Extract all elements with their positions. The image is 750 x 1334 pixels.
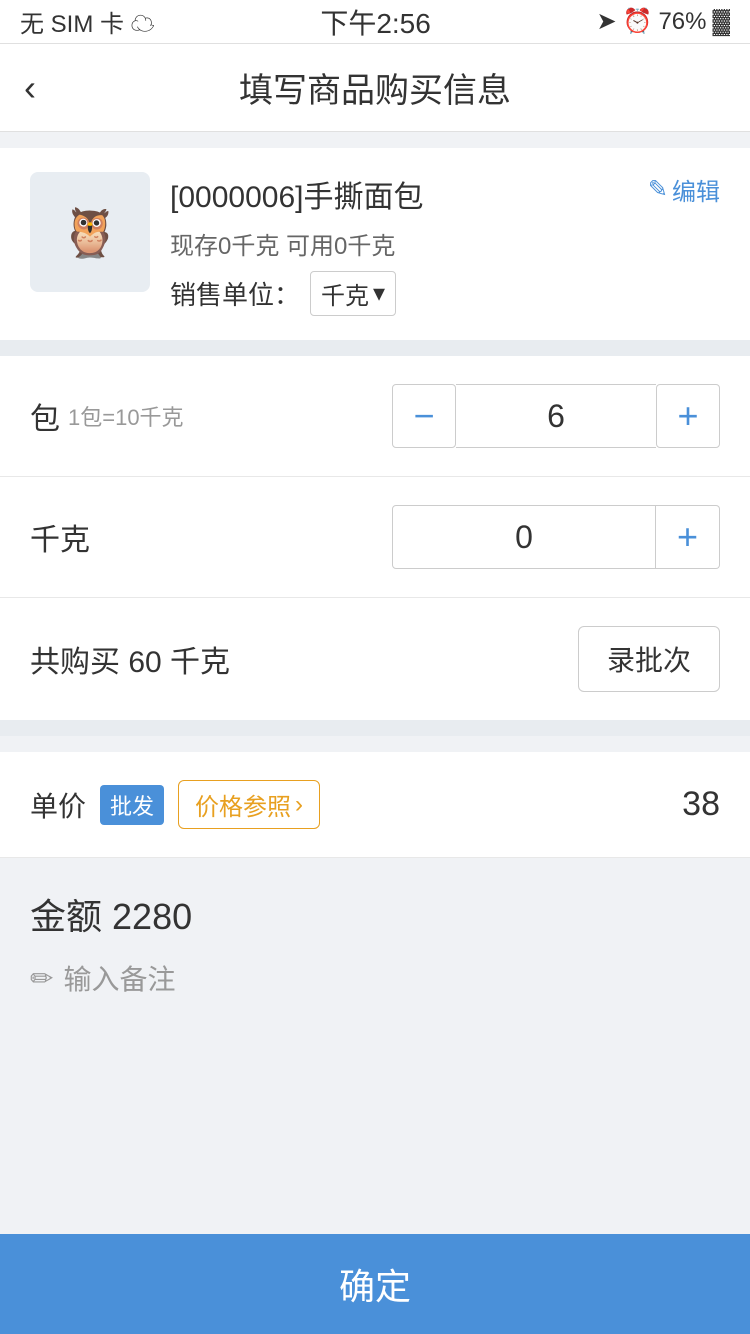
dropdown-icon: ▾	[373, 279, 385, 308]
batch-button[interactable]: 录批次	[578, 626, 720, 692]
edit-icon: ✎	[648, 175, 668, 204]
edit-label: 编辑	[672, 172, 720, 207]
qianke-increment-button[interactable]: +	[656, 505, 720, 569]
back-button[interactable]: ‹	[24, 67, 36, 109]
qianke-label: 千克	[30, 515, 90, 559]
bao-decrement-button[interactable]: −	[392, 384, 456, 448]
price-row: 单价 批发 价格参照 › 38	[0, 752, 750, 858]
amount-row: 金额 2280	[30, 888, 720, 940]
status-time: 下午2:56	[320, 2, 431, 42]
price-ref-label: 价格参照	[195, 787, 291, 822]
divider-1	[0, 340, 750, 356]
alarm-icon: ⏰	[623, 7, 653, 36]
total-label: 共购买 60 千克	[30, 637, 230, 681]
product-name: [0000006]手撕面包	[170, 172, 628, 216]
product-stock: 现存0千克 可用0千克	[170, 226, 628, 261]
bao-stepper: − +	[392, 384, 720, 448]
note-row[interactable]: ✏ 输入备注	[30, 958, 720, 998]
price-value: 38	[682, 785, 720, 824]
price-ref-button[interactable]: 价格参照 ›	[178, 780, 320, 829]
amount-value: 2280	[112, 896, 192, 937]
amount-section: 金额 2280 ✏ 输入备注	[0, 858, 750, 1018]
bao-label: 包	[30, 394, 60, 438]
qianke-stepper: +	[392, 505, 720, 569]
bao-row: 包 1包=10千克 − +	[0, 356, 750, 477]
input-section: 包 1包=10千克 − + 千克 +	[0, 356, 750, 598]
status-left: 无 SIM 卡 ☁	[20, 4, 155, 39]
bao-sublabel: 1包=10千克	[68, 400, 392, 432]
battery-label: 76%	[658, 8, 706, 36]
product-logo-icon: 🦉	[60, 204, 120, 261]
status-bar: 无 SIM 卡 ☁ 下午2:56 ➤ ⏰ 76% ▓	[0, 0, 750, 44]
bao-input[interactable]	[456, 384, 656, 448]
nav-bar: ‹ 填写商品购买信息	[0, 44, 750, 132]
unit-select[interactable]: 千克 ▾	[310, 271, 396, 316]
product-info: [0000006]手撕面包 现存0千克 可用0千克 销售单位： 千克 ▾	[170, 172, 628, 316]
divider-2	[0, 720, 750, 736]
status-right: ➤ ⏰ 76% ▓	[596, 7, 730, 36]
total-row: 共购买 60 千克 录批次	[0, 598, 750, 720]
product-thumbnail: 🦉	[30, 172, 150, 292]
qianke-input[interactable]	[392, 505, 656, 569]
sim-label: 无 SIM 卡 ☁	[20, 4, 155, 39]
pencil-icon: ✏	[30, 962, 53, 995]
page-title: 填写商品购买信息	[239, 63, 511, 112]
confirm-button[interactable]: 确定	[0, 1234, 750, 1334]
unit-value: 千克	[321, 276, 369, 311]
battery-icon: ▓	[713, 8, 731, 36]
amount-label: 金额	[30, 896, 102, 937]
edit-button[interactable]: ✎ 编辑	[648, 172, 720, 207]
product-unit-row: 销售单位： 千克 ▾	[170, 271, 628, 316]
bao-increment-button[interactable]: +	[656, 384, 720, 448]
location-icon: ➤	[596, 7, 616, 36]
batch-tag: 批发	[100, 785, 164, 825]
product-actions: ✎ 编辑	[648, 172, 720, 207]
product-card: 🦉 [0000006]手撕面包 现存0千克 可用0千克 销售单位： 千克 ▾ ✎…	[0, 148, 750, 340]
qianke-row: 千克 +	[0, 477, 750, 598]
price-ref-chevron-icon: ›	[295, 791, 303, 819]
price-section: 单价 批发 价格参照 › 38	[0, 752, 750, 858]
note-placeholder: 输入备注	[63, 958, 175, 998]
price-label: 单价	[30, 785, 86, 825]
unit-label: 销售单位：	[170, 275, 300, 312]
